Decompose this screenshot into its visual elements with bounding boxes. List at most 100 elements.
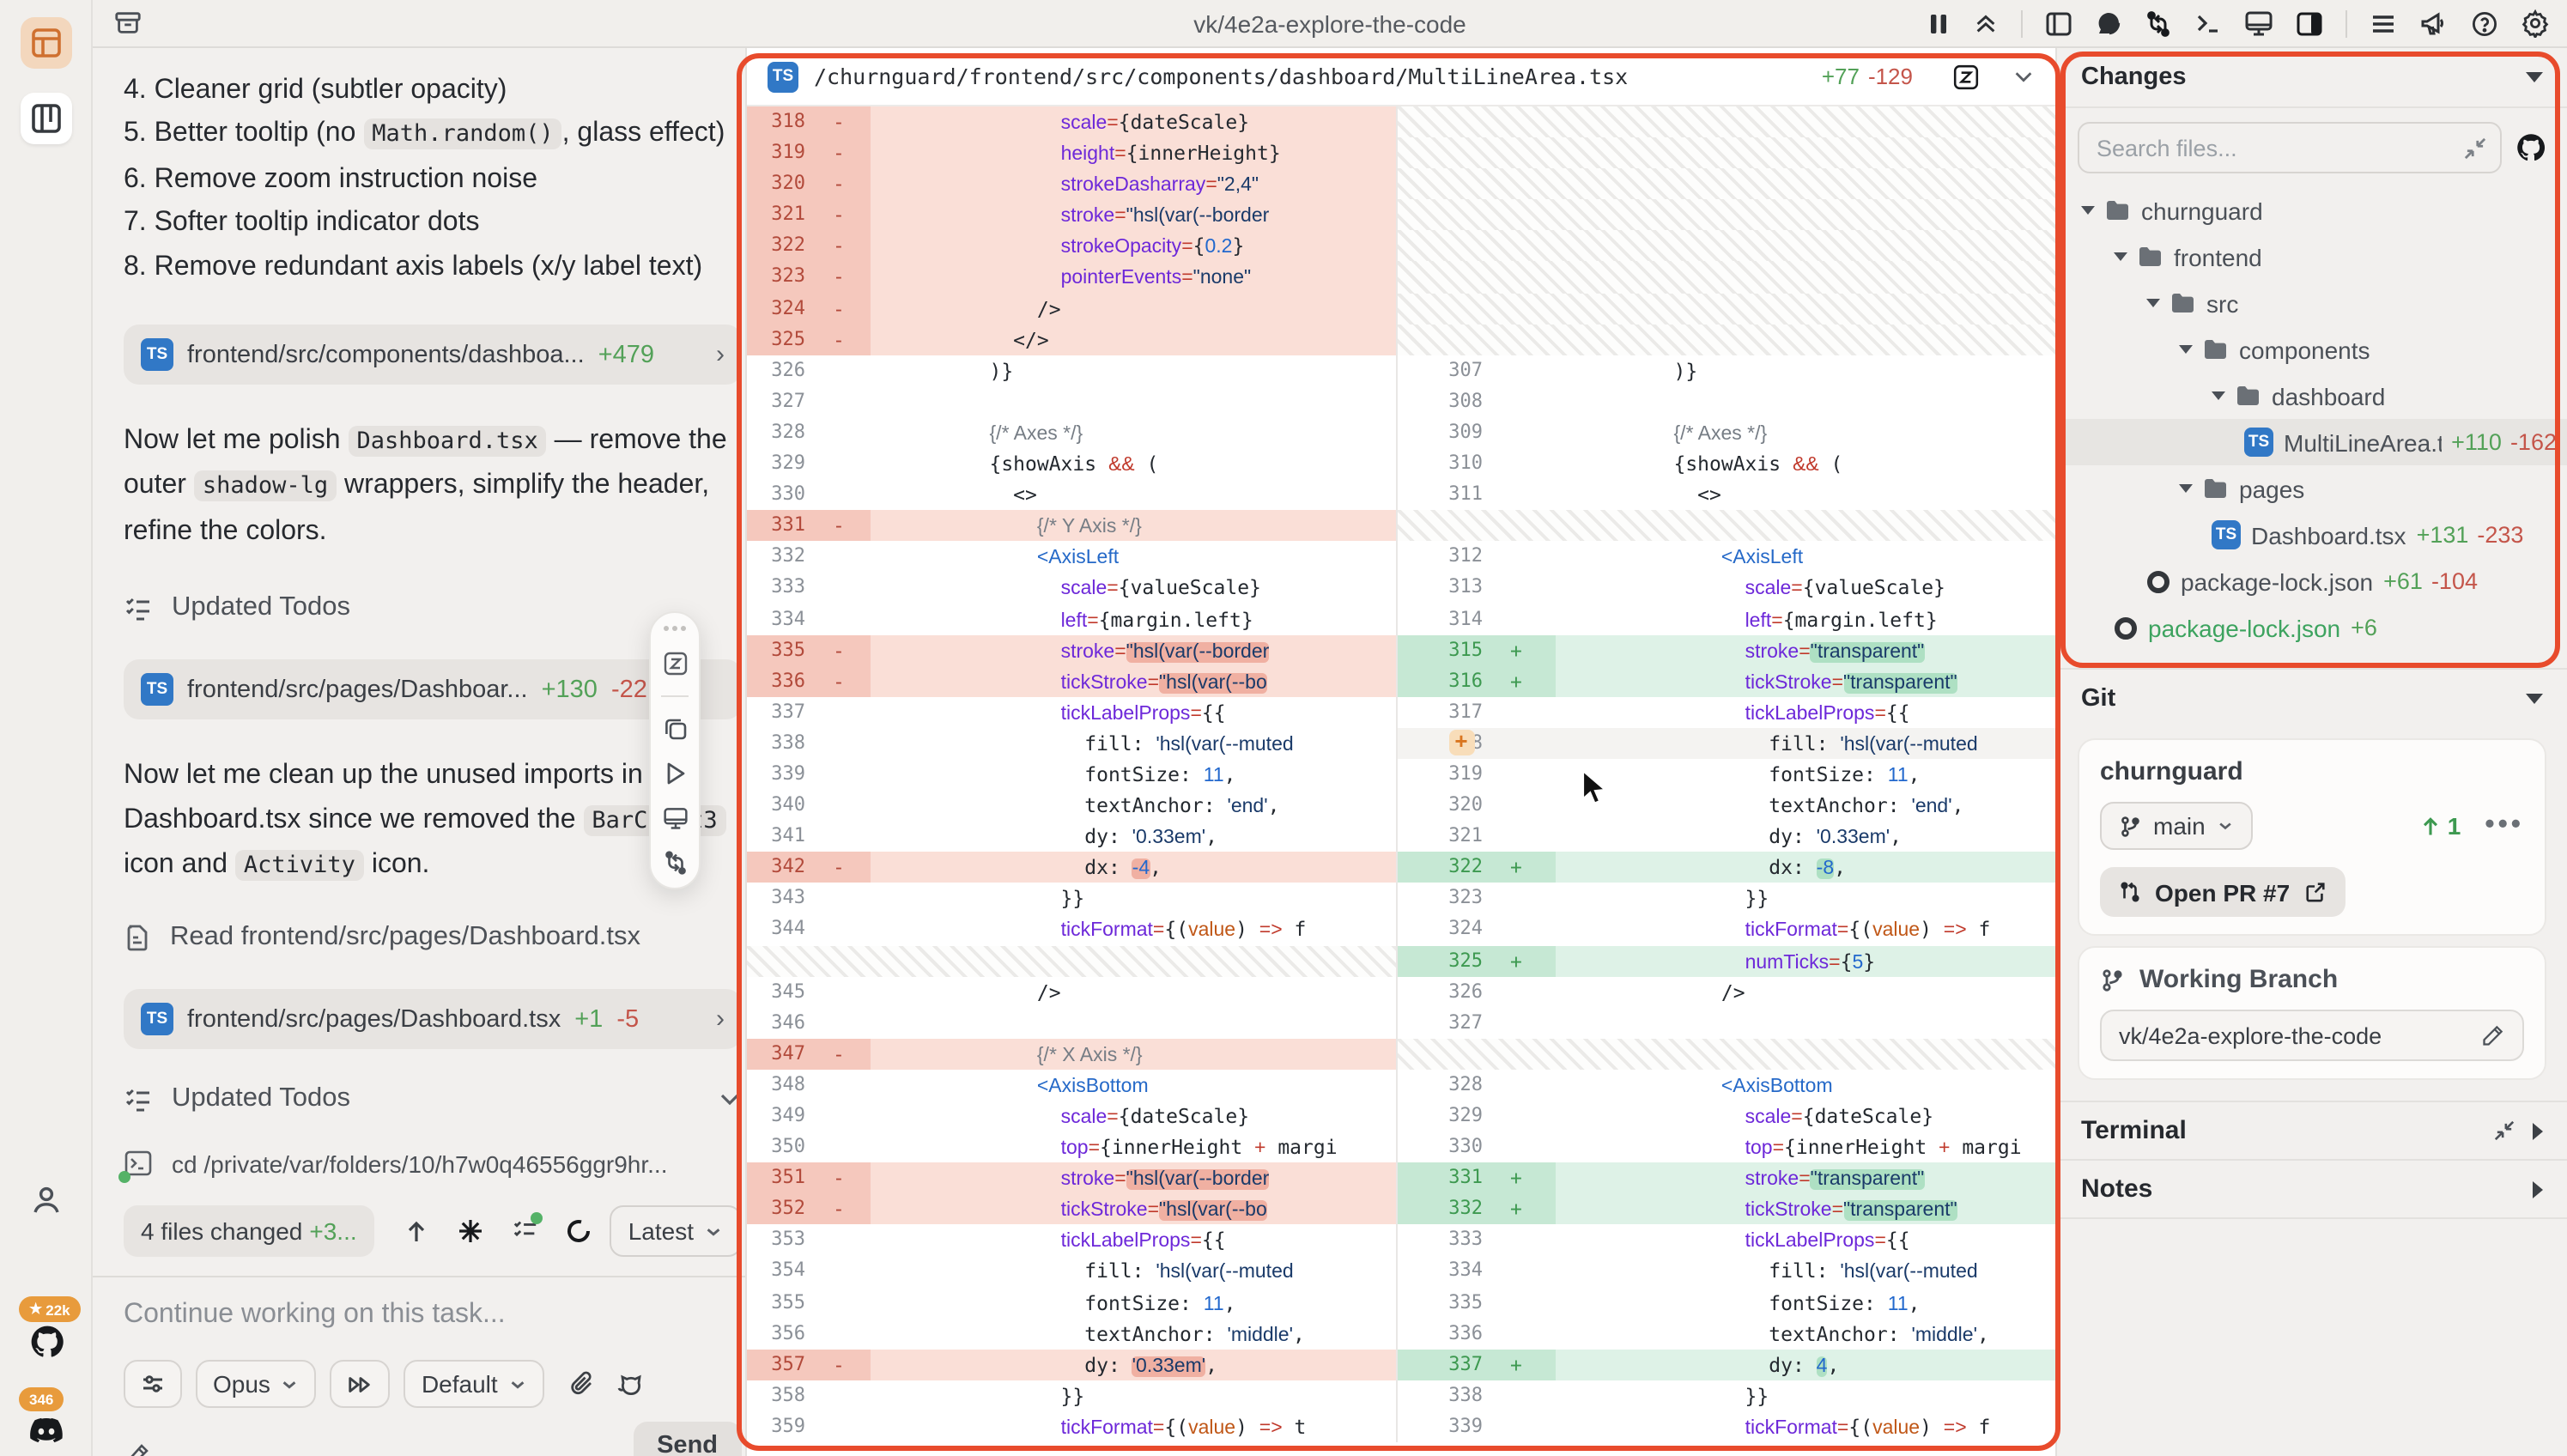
diff-cell[interactable]: 326 )}	[747, 355, 1397, 386]
chevron-down-icon[interactable]	[2012, 65, 2035, 88]
diff-cell[interactable]	[1397, 200, 2055, 231]
diff-cell[interactable]: 359 tickFormat={(value) => t	[747, 1411, 1397, 1442]
diff-cell[interactable]: 328 <AxisBottom	[1397, 1070, 2055, 1101]
diff-cell[interactable]: 358 }}	[747, 1380, 1397, 1411]
diff-cell[interactable]: 312 <AxisLeft	[1397, 542, 2055, 573]
git-compare-icon[interactable]	[2145, 9, 2172, 37]
chat-bubble-icon[interactable]	[2095, 9, 2122, 37]
diff-cell[interactable]: 314 left={margin.left}	[1397, 604, 2055, 634]
workspace-tab[interactable]	[21, 93, 72, 144]
tree-item-package-lock.json[interactable]: package-lock.json+61-104	[2057, 558, 2567, 604]
diff-cell[interactable]: 356 textAnchor: 'middle',	[747, 1318, 1397, 1349]
diff-cell[interactable]: 318- scale={dateScale}	[747, 106, 1397, 137]
file-chip[interactable]: TSfrontend/src/components/dashboa...+479…	[124, 325, 742, 385]
cat-icon[interactable]	[616, 1370, 646, 1399]
annotate-icon[interactable]	[1952, 63, 1980, 90]
send-button[interactable]: Send	[633, 1423, 742, 1456]
diff-cell[interactable]: 344 tickFormat={(value) => f	[747, 914, 1397, 945]
diff-cell[interactable]: 330 <>	[747, 479, 1397, 510]
terminal-section-header[interactable]: Terminal	[2057, 1102, 2567, 1159]
diff-cell[interactable]: 340 textAnchor: 'end',	[747, 790, 1397, 821]
diff-cell[interactable]: 333 tickLabelProps={{	[1397, 1225, 2055, 1256]
composer-input[interactable]: Continue working on this task...	[124, 1301, 742, 1332]
diff-cell[interactable]: 348 <AxisBottom	[747, 1070, 1397, 1101]
diff-cell[interactable]: 337+ dy: 4,	[1397, 1350, 2055, 1380]
diff-cell[interactable]	[1397, 137, 2055, 168]
diff-cell[interactable]	[1397, 231, 2055, 262]
open-pr-button[interactable]: Open PR #7	[2100, 867, 2345, 917]
settings-sliders-button[interactable]	[124, 1361, 182, 1409]
diff-cell[interactable]: 322+ dx: -8,	[1397, 852, 2055, 883]
diff-cell[interactable]: 352- tickStroke="hsl(var(--bo	[747, 1194, 1397, 1225]
diff-cell[interactable]: 346	[747, 1007, 1397, 1038]
diff-cell[interactable]: 349 scale={dateScale}	[747, 1101, 1397, 1131]
diff-cell[interactable]: 339 tickFormat={(value) => f	[1397, 1411, 2055, 1442]
diff-cell[interactable]: 329 scale={dateScale}	[1397, 1101, 2055, 1131]
more-dots-icon[interactable]: •••	[2485, 810, 2524, 841]
add-comment-button[interactable]: +	[1448, 730, 1474, 755]
tree-item-src[interactable]: src	[2057, 280, 2567, 326]
diff-cell[interactable]: 320 textAnchor: 'end',	[1397, 790, 2055, 821]
diff-cell[interactable]: 329 {showAxis && (	[747, 448, 1397, 479]
diff-cell[interactable]: 316+ tickStroke="transparent"	[1397, 665, 2055, 696]
diff-cell[interactable]: 320- strokeDasharray="2,4"	[747, 168, 1397, 199]
diff-cell[interactable]: 326 />	[1397, 976, 2055, 1007]
diff-cell[interactable]: 331- {/* Y Axis */}	[747, 510, 1397, 541]
latest-dropdown[interactable]: Latest	[610, 1206, 742, 1258]
expand-icon[interactable]	[2493, 1119, 2515, 1142]
diff-cell[interactable]	[1397, 168, 2055, 199]
read-file-row[interactable]: Read frontend/src/pages/Dashboard.tsx	[124, 923, 742, 954]
diff-cell[interactable]	[1397, 262, 2055, 293]
diff-cell[interactable]: 327	[747, 386, 1397, 417]
diff-cell[interactable]: 327	[1397, 1007, 2055, 1038]
diff-cell[interactable]: 351- stroke="hsl(var(--border	[747, 1162, 1397, 1193]
file-chip[interactable]: TSfrontend/src/pages/Dashboard.tsx+1-5›	[124, 990, 742, 1050]
diff-cell[interactable]	[1397, 1039, 2055, 1070]
diff-cell[interactable]: 343 }}	[747, 883, 1397, 914]
diff-cell[interactable]: 337 tickLabelProps={{	[747, 697, 1397, 728]
diff-cell[interactable]: 332+ tickStroke="transparent"	[1397, 1194, 2055, 1225]
diff-cell[interactable]: 332 <AxisLeft	[747, 542, 1397, 573]
todos-row-collapsed[interactable]: Updated Todos	[124, 1084, 742, 1115]
diff-cell[interactable]: 324 tickFormat={(value) => f	[1397, 914, 2055, 945]
menu-icon[interactable]	[2370, 9, 2397, 37]
diff-cell[interactable]: 321 dy: '0.33em',	[1397, 821, 2055, 852]
diff-cell[interactable]: 309 {/* Axes */}	[1397, 417, 2055, 448]
diff-cell[interactable]: 336 textAnchor: 'middle',	[1397, 1318, 2055, 1349]
diff-cell[interactable]: 342- dx: -4,	[747, 852, 1397, 883]
todo-list-icon[interactable]	[512, 1218, 539, 1246]
mode-dropdown[interactable]: Default	[404, 1361, 544, 1409]
play-icon[interactable]	[662, 761, 688, 786]
diff-cell[interactable]	[1397, 106, 2055, 137]
diff-cell[interactable]: 355 fontSize: 11,	[747, 1287, 1397, 1318]
diff-cell[interactable]: 330 top={innerHeight + margi	[1397, 1131, 2055, 1162]
tree-item-churnguard[interactable]: churnguard	[2057, 187, 2567, 234]
panel-left-icon[interactable]	[2045, 9, 2072, 37]
diff-cell[interactable]: 323- pointerEvents="none"	[747, 262, 1397, 293]
tree-item-dashboard[interactable]: dashboard	[2057, 373, 2567, 419]
model-dropdown[interactable]: Opus	[196, 1361, 317, 1409]
diff-cell[interactable]: 357- dy: '0.33em',	[747, 1350, 1397, 1380]
diff-cell[interactable]: 334 fill: 'hsl(var(--muted	[1397, 1256, 2055, 1287]
terminal-command-row[interactable]: cd /private/var/folders/10/h7w0q46556ggr…	[124, 1150, 742, 1179]
diff-cell[interactable]: 322- strokeOpacity={0.2}	[747, 231, 1397, 262]
diff-cell[interactable]: 319 fontSize: 11,	[1397, 759, 2055, 790]
notes-section-header[interactable]: Notes	[2057, 1161, 2567, 1217]
diff-cell[interactable]: 336- tickStroke="hsl(var(--bo	[747, 665, 1397, 696]
diff-cell[interactable]: 347- {/* X Axis */}	[747, 1039, 1397, 1070]
changes-section-header[interactable]: Changes	[2057, 48, 2567, 106]
diff-cell[interactable]: 321- stroke="hsl(var(--border	[747, 200, 1397, 231]
branch-dropdown[interactable]: main	[2100, 802, 2254, 850]
todos-row[interactable]: Updated Todos	[124, 593, 742, 624]
diff-cell[interactable]	[747, 945, 1397, 976]
spark-icon[interactable]	[457, 1218, 484, 1246]
diff-cell[interactable]	[1397, 324, 2055, 355]
diff-cell[interactable]: 338 fill: 'hsl(var(--muted	[747, 728, 1397, 759]
diff-cell[interactable]: 325- </>	[747, 324, 1397, 355]
fast-forward-button[interactable]	[331, 1361, 391, 1409]
annotate-icon[interactable]	[662, 651, 688, 676]
panel-right-icon[interactable]	[2296, 9, 2323, 37]
discord-link[interactable]	[21, 1404, 72, 1456]
github-icon[interactable]	[2515, 132, 2546, 163]
arrow-up-icon[interactable]	[404, 1219, 429, 1245]
